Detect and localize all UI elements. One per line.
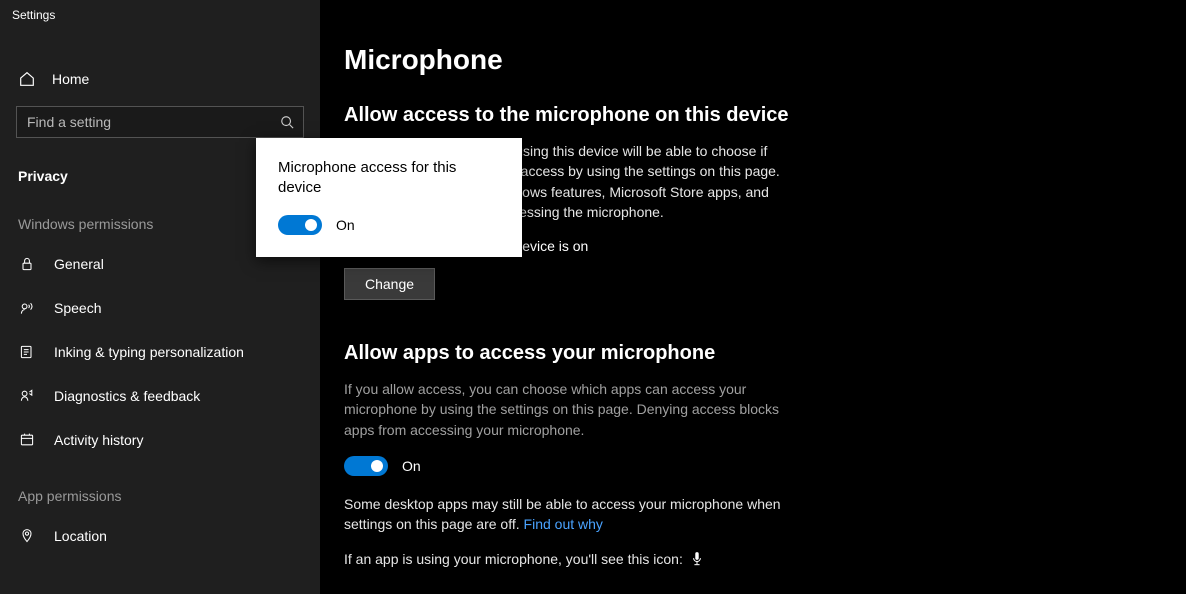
sidebar-item-diagnostics[interactable]: Diagnostics & feedback	[0, 374, 320, 418]
flyout-toggle-row: On	[278, 215, 500, 235]
sidebar-item-label: Diagnostics & feedback	[54, 388, 302, 404]
device-access-flyout: Microphone access for this device On	[256, 138, 522, 257]
page-title: Microphone	[344, 44, 1186, 76]
inking-icon	[18, 343, 36, 361]
speech-icon	[18, 299, 36, 317]
sidebar-item-activity-history[interactable]: Activity history	[0, 418, 320, 462]
find-out-why-link[interactable]: Find out why	[524, 516, 603, 532]
window-title: Settings	[0, 0, 320, 22]
history-icon	[18, 431, 36, 449]
location-icon	[18, 527, 36, 545]
apps-access-toggle-label: On	[402, 458, 421, 474]
section-body-apps-access: If you allow access, you can choose whic…	[344, 379, 784, 440]
microphone-icon	[691, 551, 705, 569]
sidebar-item-label: Activity history	[54, 432, 302, 448]
search-container	[16, 106, 304, 138]
lock-icon	[18, 255, 36, 273]
flyout-toggle-label: On	[336, 217, 355, 233]
sidebar: Settings Home Privacy Windows permission…	[0, 0, 320, 594]
apps-access-toggle[interactable]	[344, 456, 388, 476]
usage-indicator-line: If an app is using your microphone, you'…	[344, 549, 784, 569]
flyout-toggle[interactable]	[278, 215, 322, 235]
sidebar-item-label: General	[54, 256, 302, 272]
sidebar-item-label: Speech	[54, 300, 302, 316]
sidebar-group-app-permissions: App permissions	[0, 462, 320, 514]
main-content: Microphone Allow access to the microphon…	[320, 0, 1186, 594]
search-input[interactable]	[16, 106, 304, 138]
apps-access-toggle-row: On	[344, 456, 1186, 476]
home-icon	[18, 70, 36, 88]
desktop-apps-note: Some desktop apps may still be able to a…	[344, 494, 784, 535]
sidebar-item-label: Location	[54, 528, 302, 544]
section-heading-device-access: Allow access to the microphone on this d…	[344, 104, 1186, 127]
sidebar-item-speech[interactable]: Speech	[0, 286, 320, 330]
sidebar-home[interactable]: Home	[0, 52, 320, 106]
section-heading-apps-access: Allow apps to access your microphone	[344, 342, 1186, 365]
feedback-icon	[18, 387, 36, 405]
flyout-title: Microphone access for this device	[278, 158, 500, 199]
search-icon	[280, 115, 294, 129]
sidebar-item-label: Inking & typing personalization	[54, 344, 302, 360]
sidebar-item-inking[interactable]: Inking & typing personalization	[0, 330, 320, 374]
sidebar-item-location[interactable]: Location	[0, 514, 320, 545]
sidebar-home-label: Home	[52, 71, 89, 87]
usage-indicator-text: If an app is using your microphone, you'…	[344, 551, 683, 567]
change-button[interactable]: Change	[344, 268, 435, 300]
